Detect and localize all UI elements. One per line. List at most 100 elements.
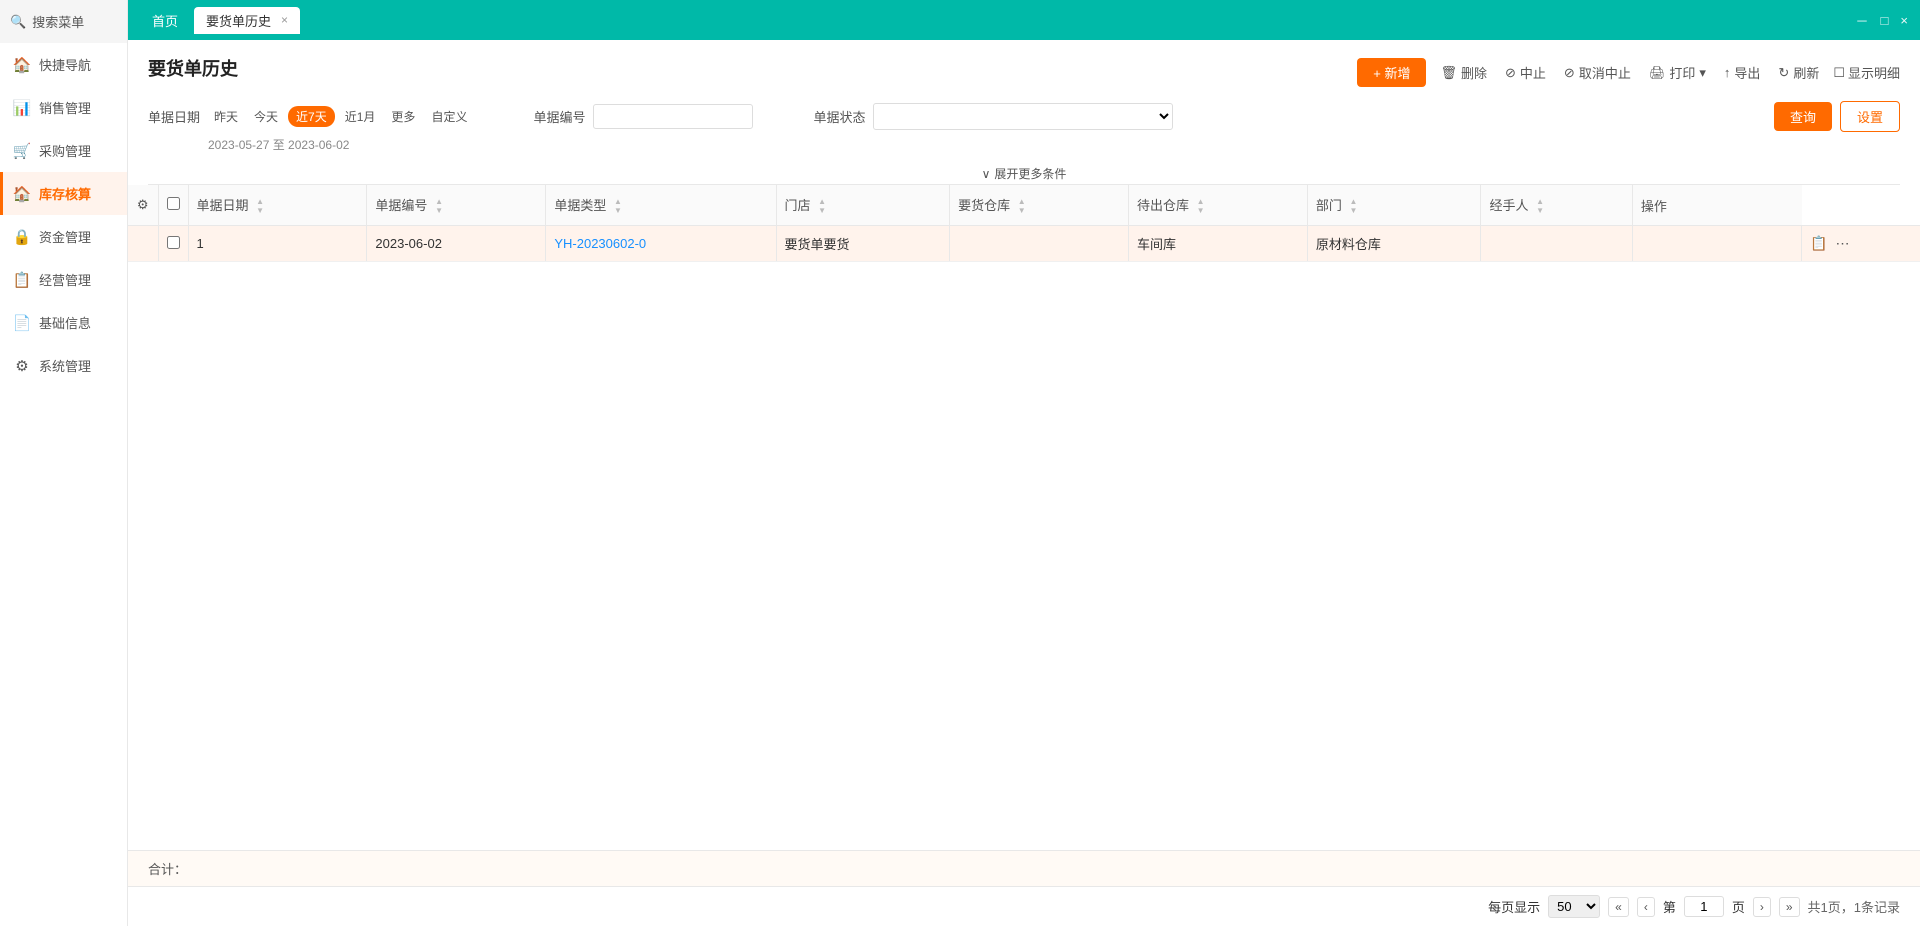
checkbox-icon: ☐ bbox=[1833, 65, 1845, 81]
sidebar-item-purchase[interactable]: 🛒 采购管理 bbox=[0, 129, 127, 172]
table-header-row: ⚙ 单据日期 ▲▼ 单据编号 ▲▼ bbox=[128, 185, 1920, 226]
main-area: 首页 要货单历史 × － □ × 要货单历史 + 新增 🗑 删除 bbox=[128, 0, 1920, 926]
window-minimize-button[interactable]: － bbox=[1856, 11, 1869, 30]
summary-label: 合计： bbox=[148, 862, 187, 877]
col-pending-warehouse[interactable]: 待出仓库 ▲▼ bbox=[1128, 185, 1307, 226]
col-handler[interactable]: 经手人 ▲▼ bbox=[1481, 185, 1632, 226]
sidebar-item-label: 系统管理 bbox=[39, 356, 91, 375]
row-edit-icon[interactable]: 📋 bbox=[1810, 235, 1827, 252]
content-area: 要货单历史 + 新增 🗑 删除 ⊘ 中止 ⊘ 取消中止 bbox=[128, 40, 1920, 926]
tab-home-label: 首页 bbox=[152, 11, 178, 30]
date-filter-group: 单据日期 昨天 今天 近7天 近1月 更多 自定义 bbox=[148, 106, 473, 127]
refresh-icon: ↻ bbox=[1778, 65, 1789, 81]
sidebar-search[interactable]: 🔍 搜索菜单 bbox=[0, 0, 127, 43]
sidebar-item-label: 基础信息 bbox=[39, 313, 91, 332]
row-checkbox[interactable] bbox=[167, 236, 180, 249]
inventory-icon: 🏠 bbox=[13, 185, 31, 203]
row-bill-no-cell[interactable]: YH-20230602-0 bbox=[546, 226, 776, 262]
filter-bar: 单据日期 昨天 今天 近7天 近1月 更多 自定义 单据编号 bbox=[148, 93, 1900, 185]
status-select[interactable] bbox=[873, 103, 1173, 130]
sidebar-item-label: 快捷导航 bbox=[39, 55, 91, 74]
page-label-pre: 第 bbox=[1663, 897, 1676, 916]
sort-icons-pending-warehouse: ▲▼ bbox=[1197, 198, 1205, 215]
sort-icons-req-warehouse: ▲▼ bbox=[1018, 198, 1026, 215]
row-more-icon[interactable]: ⋯ bbox=[1836, 235, 1850, 252]
doc-icon: 📄 bbox=[13, 314, 31, 332]
search-icon: 🔍 bbox=[10, 14, 26, 30]
prev-page-button[interactable]: ‹ bbox=[1637, 897, 1655, 917]
sidebar-item-inventory[interactable]: 🏠 库存核算 bbox=[0, 172, 127, 215]
sort-icons-department: ▲▼ bbox=[1350, 198, 1358, 215]
new-button[interactable]: + 新增 bbox=[1357, 58, 1426, 87]
date-shortcut-1month[interactable]: 近1月 bbox=[339, 106, 382, 127]
sidebar-item-basic-info[interactable]: 📄 基础信息 bbox=[0, 301, 127, 344]
date-shortcut-7days[interactable]: 近7天 bbox=[288, 106, 335, 127]
cancel-stop-button[interactable]: ⊘ 取消中止 bbox=[1560, 61, 1635, 84]
row-req-warehouse-cell: 车间库 bbox=[1128, 226, 1307, 262]
select-all-checkbox[interactable] bbox=[167, 197, 180, 210]
page-title: 要货单历史 bbox=[148, 55, 238, 81]
bill-no-input[interactable] bbox=[593, 104, 753, 129]
sidebar-item-finance[interactable]: 🔒 资金管理 bbox=[0, 215, 127, 258]
date-shortcut-yesterday[interactable]: 昨天 bbox=[208, 106, 244, 127]
row-settings-cell bbox=[128, 226, 158, 262]
export-button[interactable]: ↑ 导出 bbox=[1720, 61, 1765, 84]
col-date[interactable]: 单据日期 ▲▼ bbox=[188, 185, 367, 226]
bill-no-label: 单据编号 bbox=[533, 107, 585, 126]
per-page-label: 每页显示 bbox=[1488, 897, 1540, 916]
date-shortcut-more[interactable]: 更多 bbox=[385, 106, 421, 127]
sidebar-item-quick-nav[interactable]: 🏠 快捷导航 bbox=[0, 43, 127, 86]
sidebar: 🔍 搜索菜单 🏠 快捷导航 📊 销售管理 🛒 采购管理 🏠 库存核算 🔒 资金管… bbox=[0, 0, 128, 926]
col-department-label: 部门 bbox=[1316, 198, 1342, 213]
print-button[interactable]: 🖨 打印 ▾ bbox=[1645, 61, 1710, 84]
data-table: ⚙ 单据日期 ▲▼ 单据编号 ▲▼ bbox=[128, 185, 1920, 262]
bill-no-link[interactable]: YH-20230602-0 bbox=[554, 236, 646, 251]
filter-row: 单据日期 昨天 今天 近7天 近1月 更多 自定义 单据编号 bbox=[148, 101, 1900, 132]
col-handler-label: 经手人 bbox=[1489, 198, 1528, 213]
table-footer: 合计： bbox=[128, 850, 1920, 886]
last-page-button[interactable]: » bbox=[1779, 897, 1800, 917]
clipboard-icon: 📋 bbox=[13, 271, 31, 289]
delete-button[interactable]: 🗑 删除 bbox=[1436, 61, 1491, 84]
col-store[interactable]: 门店 ▲▼ bbox=[776, 185, 950, 226]
window-close-button[interactable]: × bbox=[1900, 13, 1908, 28]
table-wrapper: ⚙ 单据日期 ▲▼ 单据编号 ▲▼ bbox=[128, 185, 1920, 850]
row-handler-cell bbox=[1632, 226, 1801, 262]
tab-active-label: 要货单历史 bbox=[206, 11, 271, 30]
refresh-button[interactable]: ↻ 刷新 bbox=[1774, 61, 1823, 84]
sidebar-item-sales[interactable]: 📊 销售管理 bbox=[0, 86, 127, 129]
settings-button[interactable]: 设置 bbox=[1840, 101, 1900, 132]
bill-no-filter-group: 单据编号 bbox=[533, 104, 753, 129]
print-dropdown-icon: ▾ bbox=[1699, 65, 1706, 81]
col-bill-type[interactable]: 单据类型 ▲▼ bbox=[546, 185, 776, 226]
tab-home[interactable]: 首页 bbox=[140, 7, 190, 34]
expand-more-button[interactable]: ∨ 展开更多条件 bbox=[148, 159, 1900, 184]
sidebar-item-operation[interactable]: 📋 经营管理 bbox=[0, 258, 127, 301]
stop-button[interactable]: ⊘ 中止 bbox=[1501, 61, 1550, 84]
date-shortcut-custom[interactable]: 自定义 bbox=[425, 106, 473, 127]
gear-icon: ⚙ bbox=[13, 357, 31, 375]
col-settings[interactable]: ⚙ bbox=[128, 185, 158, 226]
topbar: 首页 要货单历史 × － □ × bbox=[128, 0, 1920, 40]
date-shortcuts: 昨天 今天 近7天 近1月 更多 自定义 bbox=[208, 106, 473, 127]
row-checkbox-cell[interactable] bbox=[158, 226, 188, 262]
page-input[interactable] bbox=[1684, 896, 1724, 917]
cancel-stop-icon: ⊘ bbox=[1564, 65, 1575, 81]
topbar-right: － □ × bbox=[1856, 11, 1908, 30]
display-detail-button[interactable]: ☐ 显示明细 bbox=[1833, 63, 1900, 82]
col-checkbox[interactable] bbox=[158, 185, 188, 226]
col-bill-type-label: 单据类型 bbox=[554, 198, 606, 213]
col-department[interactable]: 部门 ▲▼ bbox=[1307, 185, 1481, 226]
tab-active[interactable]: 要货单历史 × bbox=[194, 7, 300, 34]
tab-close-icon[interactable]: × bbox=[281, 13, 288, 27]
query-button[interactable]: 查询 bbox=[1774, 102, 1832, 131]
sidebar-item-system[interactable]: ⚙ 系统管理 bbox=[0, 344, 127, 387]
window-maximize-button[interactable]: □ bbox=[1881, 13, 1889, 28]
col-req-warehouse[interactable]: 要货仓库 ▲▼ bbox=[950, 185, 1129, 226]
col-bill-no[interactable]: 单据编号 ▲▼ bbox=[367, 185, 546, 226]
date-shortcut-today[interactable]: 今天 bbox=[248, 106, 284, 127]
sidebar-item-label: 销售管理 bbox=[39, 98, 91, 117]
next-page-button[interactable]: › bbox=[1753, 897, 1771, 917]
first-page-button[interactable]: « bbox=[1608, 897, 1629, 917]
per-page-select[interactable]: 50 100 bbox=[1548, 895, 1600, 918]
